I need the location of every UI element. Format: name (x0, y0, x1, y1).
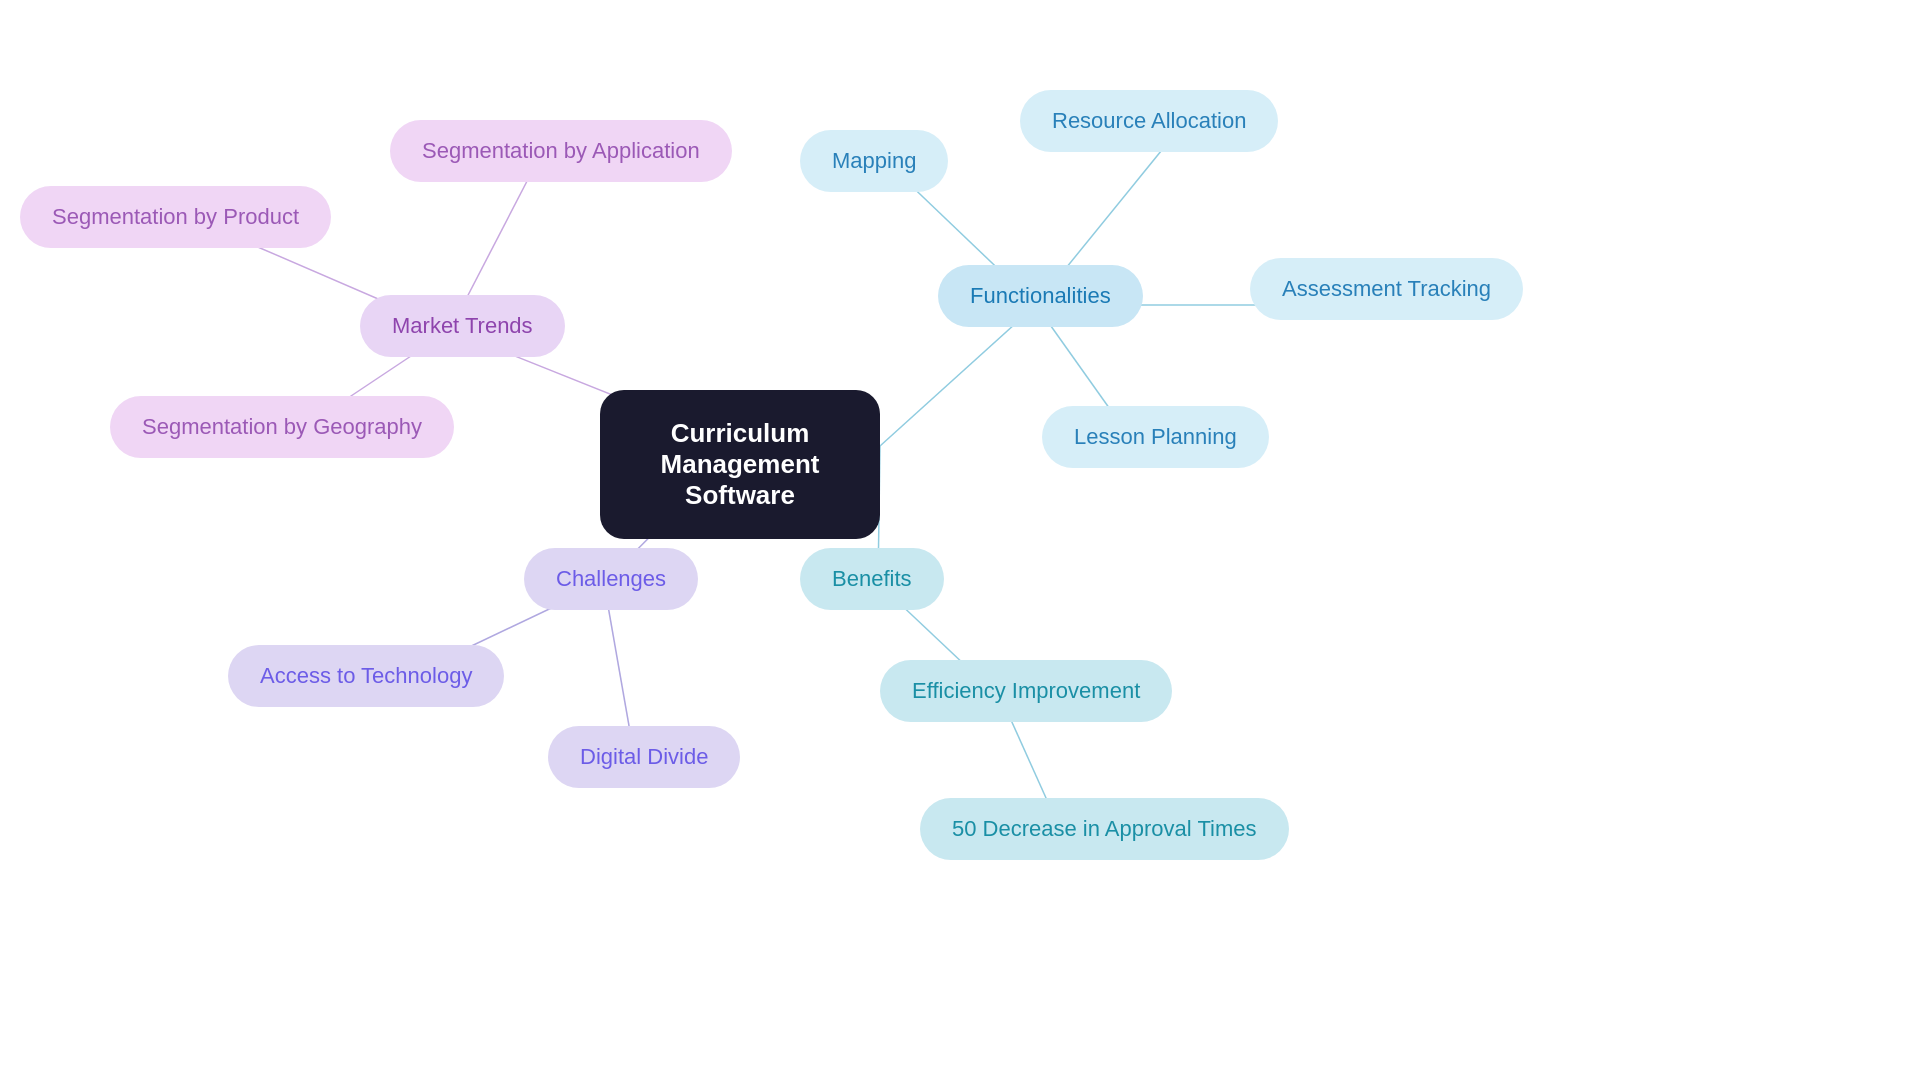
resource-alloc-node: Resource Allocation (1020, 90, 1278, 152)
seg-by-product-node: Segmentation by Product (20, 186, 331, 248)
center-node: Curriculum Management Software (600, 390, 880, 539)
efficiency-improve-node: Efficiency Improvement (880, 660, 1172, 722)
seg-by-geo-node: Segmentation by Geography (110, 396, 454, 458)
functionalities-node: Functionalities (938, 265, 1143, 327)
benefits-node: Benefits (800, 548, 944, 610)
seg-by-app-node: Segmentation by Application (390, 120, 732, 182)
assessment-tracking-node: Assessment Tracking (1250, 258, 1523, 320)
decrease-approval-node: 50 Decrease in Approval Times (920, 798, 1289, 860)
lesson-planning-node: Lesson Planning (1042, 406, 1269, 468)
challenges-node: Challenges (524, 548, 698, 610)
digital-divide-node: Digital Divide (548, 726, 740, 788)
access-tech-node: Access to Technology (228, 645, 504, 707)
mapping-node: Mapping (800, 130, 948, 192)
market-trends-node: Market Trends (360, 295, 565, 357)
